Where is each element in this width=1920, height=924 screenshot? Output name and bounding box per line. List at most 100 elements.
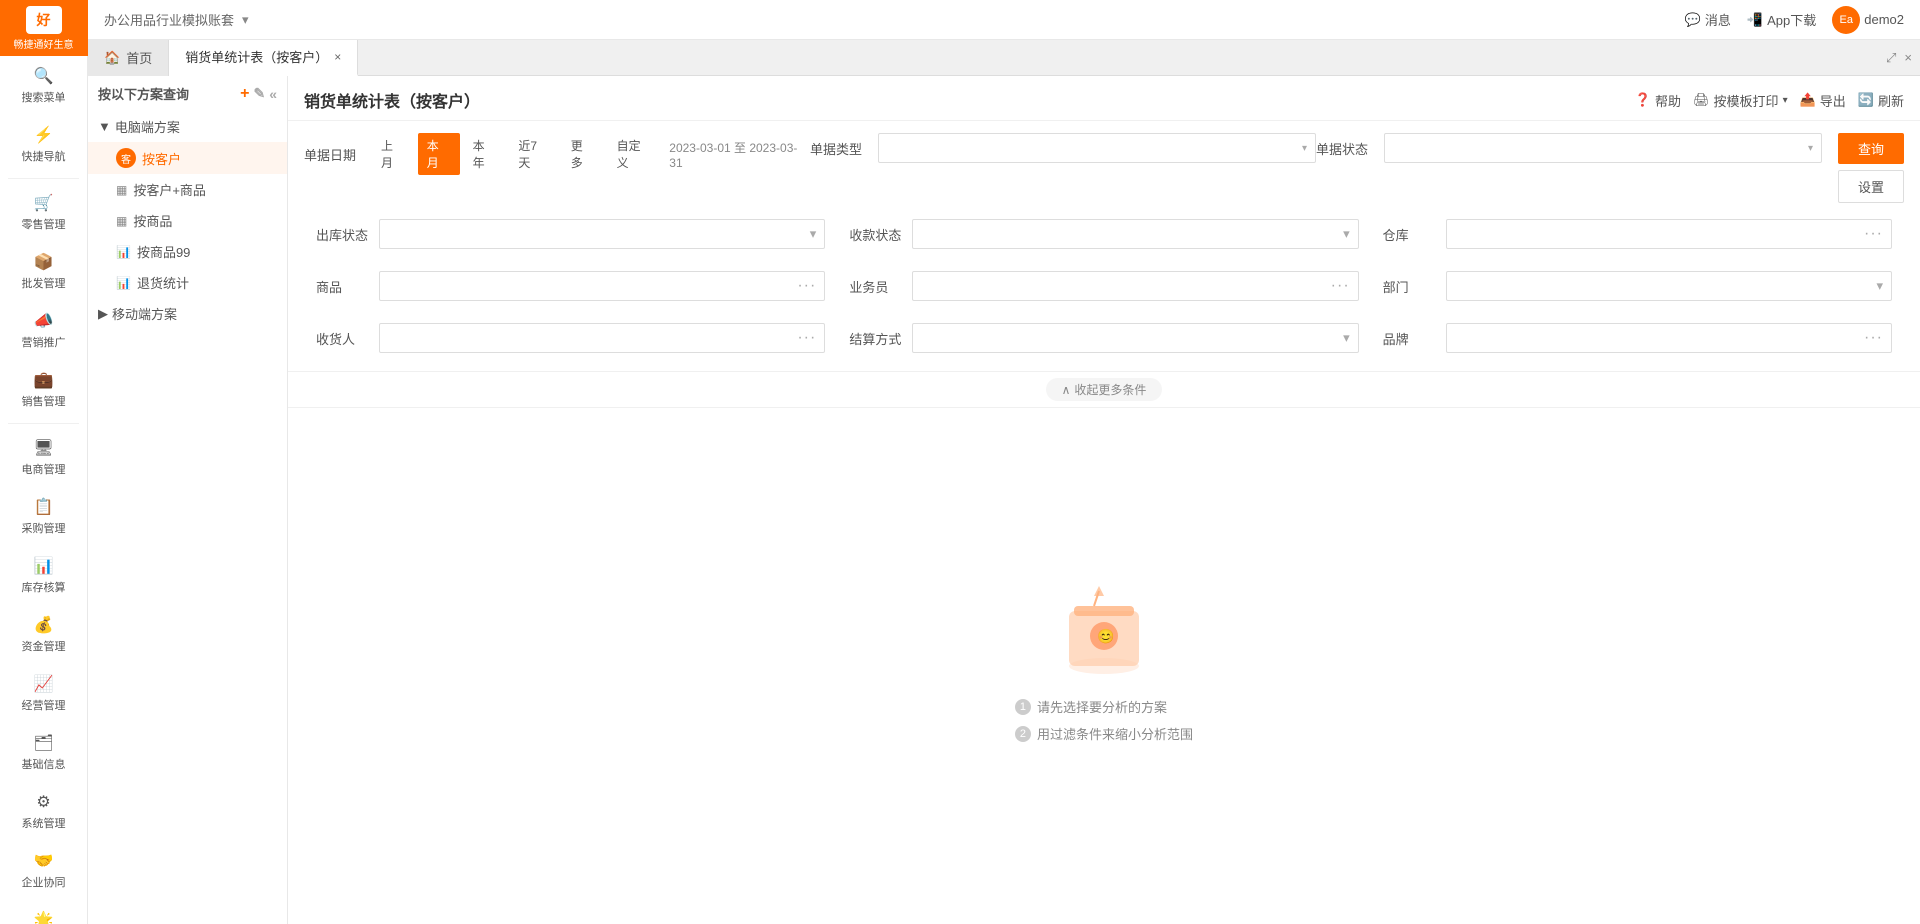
print-btn[interactable]: 🖨 按模板打印 ▾: [1693, 91, 1788, 110]
avatar-text: Ea: [1840, 14, 1853, 26]
filter-row-2: 出库状态 ▾ 收款状态 ▾ 仓库: [304, 213, 1904, 255]
receiver-dots: ···: [797, 329, 816, 347]
mobile-group-arrow: ▶: [98, 306, 108, 322]
desktop-group-label: 电脑端方案: [115, 117, 180, 136]
salesperson-control[interactable]: ···: [912, 271, 1358, 301]
dept-control[interactable]: ▾: [1446, 271, 1892, 301]
right-content: 销货单统计表（按客户） ❓ 帮助 🖨 按模板打印 ▾ 📤 导出: [288, 76, 1920, 924]
sidebar-item-sales[interactable]: 💼 销售管理: [0, 360, 87, 419]
sidebar-item-sales-label: 销售管理: [22, 393, 66, 409]
query-button[interactable]: 查询: [1838, 133, 1904, 164]
avatar: Ea: [1832, 6, 1860, 34]
app-download-btn[interactable]: 📲 App下载: [1747, 10, 1816, 29]
settings-button[interactable]: 设置: [1838, 170, 1904, 203]
tip-text-2: 用过滤条件来缩小分析范围: [1037, 724, 1193, 743]
date-tab-this-year[interactable]: 本年: [464, 133, 506, 175]
receiver-control[interactable]: ···: [379, 323, 825, 353]
sidebar-item-marketing[interactable]: 📣 营销推广: [0, 301, 87, 360]
settlement-control[interactable]: ▾: [912, 323, 1358, 353]
tab-home[interactable]: 🏠 首页: [88, 40, 169, 76]
sidebar-item-ecommerce[interactable]: 🖥 电商管理: [0, 428, 87, 487]
edit-scheme-btn[interactable]: ✎: [253, 85, 265, 102]
scheme-item-product99[interactable]: 📊 按商品99: [88, 236, 287, 267]
sidebar-item-shortcut[interactable]: ⚡ 快捷导航: [0, 115, 87, 174]
page-container: 按以下方案查询 + ✎ « ▼ 电脑端方案 客 按客户 ▦: [88, 76, 1920, 924]
scheme-group-desktop-header[interactable]: ▼ 电脑端方案: [88, 111, 287, 142]
collapse-label: 收起更多条件: [1074, 381, 1146, 398]
order-status-control[interactable]: ▾: [1384, 133, 1822, 163]
help-btn[interactable]: ❓ 帮助: [1635, 91, 1681, 110]
collect-status-label: 收款状态: [849, 225, 904, 244]
date-tab-custom[interactable]: 自定义: [608, 133, 662, 175]
inventory-icon: 📊: [34, 556, 54, 576]
order-type-control[interactable]: ▾: [878, 133, 1316, 163]
sidebar: 好 畅捷通好生意 🔍 搜索菜单 ⚡ 快捷导航 🛒 零售管理 📦 批发管理 📣 营…: [0, 0, 88, 924]
product-control[interactable]: ···: [379, 271, 825, 301]
date-tab-this-month[interactable]: 本月: [418, 133, 460, 175]
customer-product-icon: ▦: [116, 183, 127, 197]
tip-num-1: 1: [1015, 699, 1031, 715]
brand-control[interactable]: ···: [1446, 323, 1892, 353]
sidebar-item-retail[interactable]: 🛒 零售管理: [0, 183, 87, 242]
sidebar-item-basic-label: 基础信息: [22, 756, 66, 772]
scheme-item-customer[interactable]: 客 按客户: [88, 142, 287, 174]
mobile-group-label: 移动端方案: [112, 304, 177, 323]
collect-status-control[interactable]: ▾: [912, 219, 1358, 249]
topbar-dropdown-icon[interactable]: ▾: [242, 12, 249, 28]
export-btn[interactable]: 📤 导出: [1800, 91, 1846, 110]
user-menu[interactable]: Ea demo2: [1832, 6, 1904, 34]
scheme-item-product[interactable]: ▦ 按商品: [88, 205, 287, 236]
message-btn[interactable]: 💬 消息: [1685, 10, 1731, 29]
tab-close-window-icon[interactable]: ×: [1904, 50, 1912, 65]
add-scheme-btn[interactable]: +: [240, 85, 249, 103]
filter-cell-warehouse: 仓库 ···: [1371, 213, 1904, 255]
operations-icon: 📈: [34, 674, 54, 694]
refresh-btn[interactable]: 🔄 刷新: [1858, 91, 1904, 110]
tab-close-btn[interactable]: ×: [334, 50, 341, 64]
help-label: 帮助: [1655, 91, 1681, 110]
sidebar-item-search[interactable]: 🔍 搜索菜单: [0, 56, 87, 115]
date-tab-more[interactable]: 更多: [562, 133, 604, 175]
sidebar-item-wholesale[interactable]: 📦 批发管理: [0, 242, 87, 301]
sidebar-item-system[interactable]: ⚙ 系统管理: [0, 782, 87, 841]
tabbar: 🏠 首页 销货单统计表（按客户） × ⤢ ×: [88, 40, 1920, 76]
filter-row-4: 收货人 ··· 结算方式 ▾ 品牌: [304, 317, 1904, 359]
tab-restore-icon[interactable]: ⤢: [1886, 50, 1896, 66]
scheme-item-returns-label: 退货统计: [137, 273, 189, 292]
scheme-group-mobile: ▶ 移动端方案: [88, 298, 287, 329]
sidebar-item-finance[interactable]: 💰 资金管理: [0, 605, 87, 664]
refresh-label: 刷新: [1878, 91, 1904, 110]
tab-sales-stat[interactable]: 销货单统计表（按客户） ×: [169, 40, 358, 76]
sidebar-item-purchase[interactable]: 📋 采购管理: [0, 487, 87, 546]
search-icon: 🔍: [34, 66, 54, 86]
scheme-group-mobile-header[interactable]: ▶ 移动端方案: [88, 298, 287, 329]
user-name: demo2: [1864, 12, 1904, 27]
date-tab-7days[interactable]: 近7天: [509, 133, 557, 175]
sidebar-nav: 🔍 搜索菜单 ⚡ 快捷导航 🛒 零售管理 📦 批发管理 📣 营销推广 💼 销售管…: [0, 56, 87, 924]
left-panel-actions: + ✎ «: [240, 85, 277, 103]
empty-tip-1: 1 请先选择要分析的方案: [1015, 697, 1193, 716]
settlement-chevron: ▾: [1343, 330, 1350, 346]
order-type-chevron: ▾: [1302, 143, 1307, 154]
scheme-item-customer-label: 按客户: [142, 149, 181, 168]
collapse-up-icon: ∧: [1062, 383, 1071, 397]
date-tab-last-month[interactable]: 上月: [372, 133, 414, 175]
app-download-label: App下载: [1767, 10, 1816, 29]
sidebar-item-newbie[interactable]: 🌟 新手引导: [0, 900, 87, 924]
scheme-item-customer-product[interactable]: ▦ 按客户+商品: [88, 174, 287, 205]
print-icon: 🖨: [1693, 92, 1710, 108]
collapse-btn[interactable]: ∧ 收起更多条件: [1046, 378, 1163, 401]
filter-cell-receiver: 收货人 ···: [304, 317, 837, 359]
out-status-control[interactable]: ▾: [379, 219, 825, 249]
refresh-icon: 🔄: [1858, 92, 1874, 108]
sidebar-item-enterprise[interactable]: 🤝 企业协同: [0, 841, 87, 900]
sidebar-item-basic[interactable]: 🗂 基础信息: [0, 723, 87, 782]
collapse-panel-btn[interactable]: «: [269, 86, 277, 102]
warehouse-control[interactable]: ···: [1446, 219, 1892, 249]
scheme-item-returns[interactable]: 📊 退货统计: [88, 267, 287, 298]
industry-label: 办公用品行业模拟账套: [104, 10, 234, 29]
sidebar-item-inventory[interactable]: 📊 库存核算: [0, 546, 87, 605]
shortcut-icon: ⚡: [34, 125, 54, 145]
sidebar-item-operations[interactable]: 📈 经营管理: [0, 664, 87, 723]
scheme-item-product99-label: 按商品99: [137, 242, 190, 261]
